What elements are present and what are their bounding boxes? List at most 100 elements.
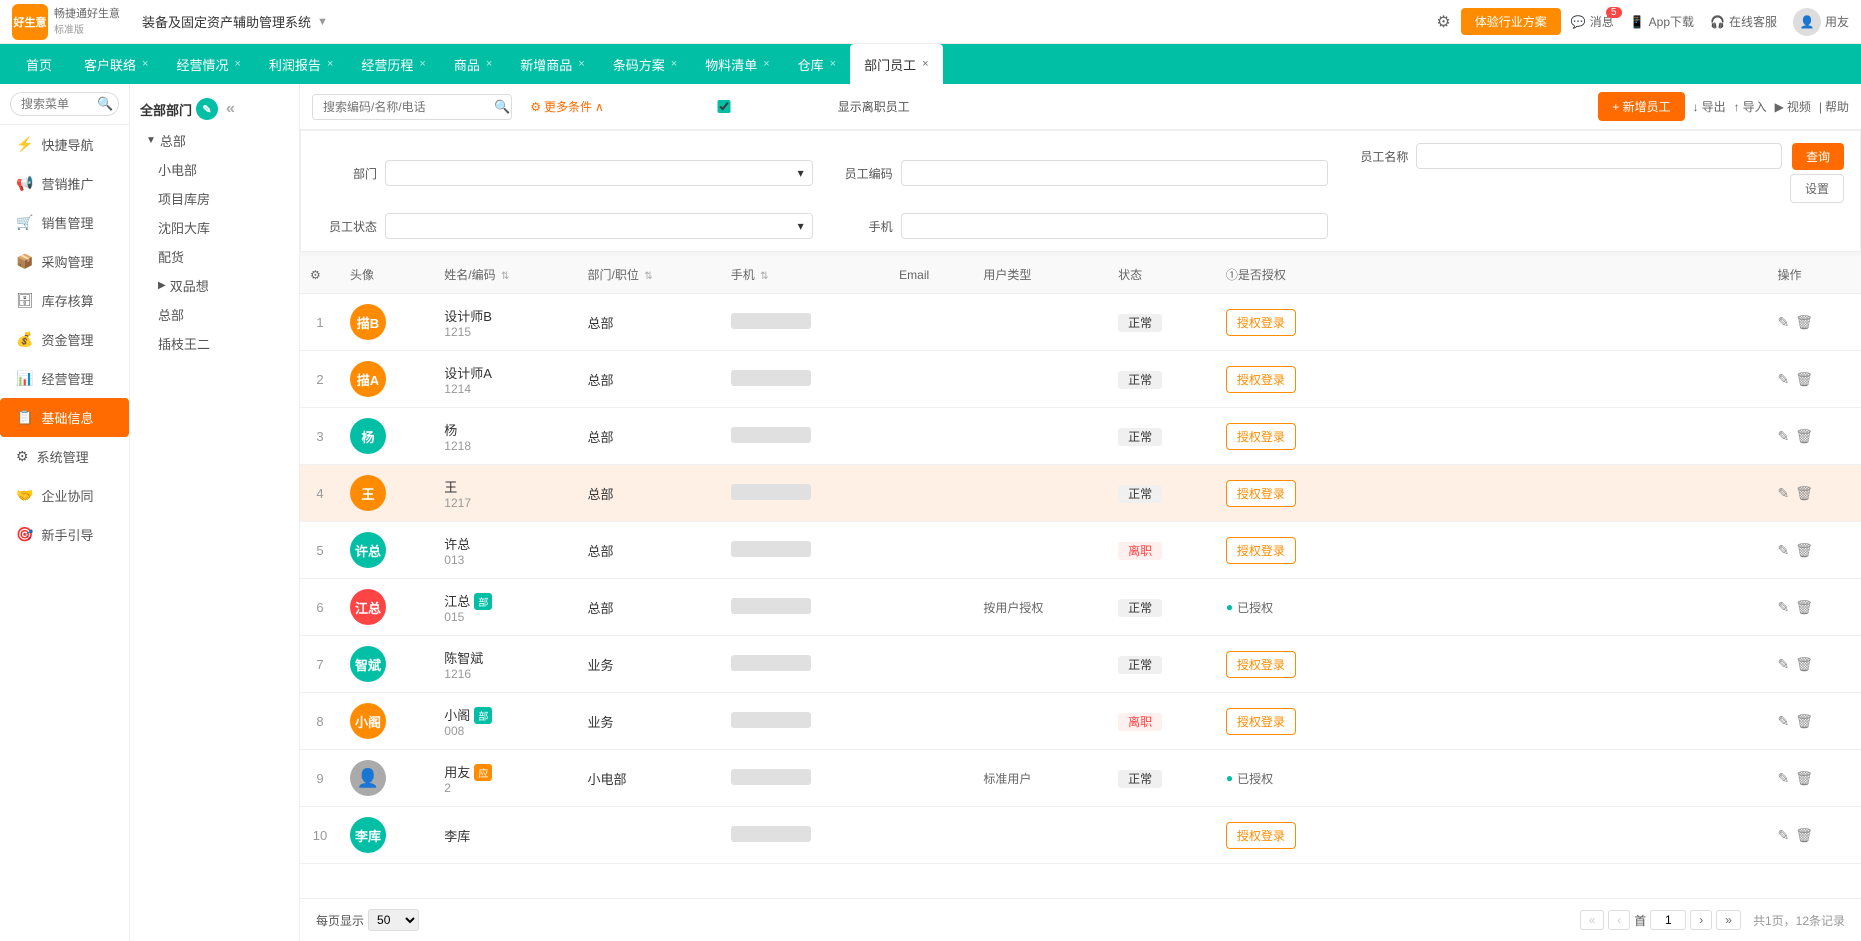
auth-login-button[interactable]: 授权登录 [1226,366,1296,393]
sidebar-item-corp[interactable]: 🤝 企业协同 [0,476,129,515]
tab-home[interactable]: 首页 [8,44,70,84]
tab-goods[interactable]: 商品 × [440,44,506,84]
add-employee-button[interactable]: + 新增员工 [1598,92,1684,121]
sidebar-item-quick-nav[interactable]: ⚡ 快捷导航 [0,125,129,164]
sidebar-item-basic[interactable]: 📋 基础信息 [0,398,129,437]
dept-node-zongshu[interactable]: ▼ 总部 [130,126,299,155]
tab-dept-employee[interactable]: 部门员工 × [850,44,942,84]
sidebar-item-finance[interactable]: 💰 资金管理 [0,320,129,359]
view-button[interactable]: ▶ 视频 [1775,98,1811,115]
tab-operations[interactable]: 经营情况 × [162,44,254,84]
col-settings[interactable]: ⚙ [300,256,340,294]
auth-login-button[interactable]: 授权登录 [1226,537,1296,564]
edit-button[interactable]: ✎ [1777,485,1789,502]
prev-page-button[interactable]: ‹ [1608,910,1630,930]
phone-input[interactable] [901,213,1329,239]
col-phone[interactable]: 手机 ⇅ [721,256,889,294]
sidebar-item-inventory[interactable]: 🗄 库存核算 [0,281,129,320]
dept-node-xiaodiandu[interactable]: 小电部 [158,155,299,184]
dropdown-arrow-icon[interactable]: ▼ [317,16,328,28]
close-icon[interactable]: × [578,58,584,70]
dept-node-peihuo[interactable]: 配货 [158,242,299,271]
close-icon[interactable]: × [234,58,240,70]
export-button[interactable]: ↓ 导出 [1693,98,1726,115]
sidebar-item-operations[interactable]: 📊 经营管理 [0,359,129,398]
dept-node-shenyangdaku[interactable]: 沈阳大库 [158,213,299,242]
sidebar-item-sales[interactable]: 🛒 销售管理 [0,203,129,242]
auth-login-button[interactable]: 授权登录 [1226,651,1296,678]
delete-button[interactable]: 🗑 [1795,827,1813,844]
edit-button[interactable]: ✎ [1777,428,1789,445]
show-resigned-checkbox[interactable] [614,100,834,113]
dept-node-zongbu[interactable]: 总部 [158,300,299,329]
help-button[interactable]: | 帮助 [1819,98,1849,115]
edit-button[interactable]: ✎ [1777,713,1789,730]
dept-node-shuangpinxiang[interactable]: ▶ 双品想 [158,271,299,300]
tab-bom[interactable]: 物料清单 × [691,44,783,84]
online-service-button[interactable]: 🎧 在线客服 [1710,13,1777,30]
close-icon[interactable]: × [142,58,148,70]
delete-button[interactable]: 🗑 [1795,314,1813,331]
edit-button[interactable]: ✎ [1777,371,1789,388]
auth-login-button[interactable]: 授权登录 [1226,309,1296,336]
emp-code-input[interactable] [901,160,1329,186]
dept-node-xiangmucang[interactable]: 项目库房 [158,184,299,213]
app-download-button[interactable]: 📱 App下载 [1630,13,1694,30]
page-input[interactable] [1650,910,1686,930]
delete-button[interactable]: 🗑 [1795,656,1813,673]
edit-button[interactable]: ✎ [1777,314,1789,331]
close-icon[interactable]: × [419,58,425,70]
delete-button[interactable]: 🗑 [1795,599,1813,616]
auth-login-button[interactable]: 授权登录 [1226,822,1296,849]
settings-button[interactable]: ⚙ [1436,12,1450,32]
edit-button[interactable]: ✎ [1777,827,1789,844]
auth-login-button[interactable]: 授权登录 [1226,480,1296,507]
dept-select[interactable]: ▾ [385,160,813,186]
set-button[interactable]: 设置 [1790,174,1844,203]
search-input[interactable] [312,94,512,120]
auth-login-button[interactable]: 授权登录 [1226,423,1296,450]
trial-button[interactable]: 体验行业方案 [1461,8,1561,35]
tab-warehouse[interactable]: 仓库 × [784,44,850,84]
tab-customer[interactable]: 客户联络 × [70,44,162,84]
close-icon[interactable]: × [922,58,928,70]
import-button[interactable]: ↑ 导入 [1734,98,1767,115]
first-page-button[interactable]: « [1580,910,1605,930]
last-page-button[interactable]: » [1716,910,1741,930]
query-button[interactable]: 查询 [1792,143,1844,170]
edit-button[interactable]: ✎ [1777,599,1789,616]
page-size-select[interactable]: 50 20 100 [368,909,419,931]
sidebar-item-purchase[interactable]: 📦 采购管理 [0,242,129,281]
delete-button[interactable]: 🗑 [1795,428,1813,445]
col-name[interactable]: 姓名/编码 ⇅ [434,256,577,294]
delete-button[interactable]: 🗑 [1795,485,1813,502]
tab-add-goods[interactable]: 新增商品 × [506,44,598,84]
delete-button[interactable]: 🗑 [1795,770,1813,787]
close-icon[interactable]: × [486,58,492,70]
message-button[interactable]: 💬 消息 5 [1571,13,1614,30]
user-avatar[interactable]: 👤 用友 [1793,8,1849,36]
emp-name-input[interactable] [1416,143,1782,169]
delete-button[interactable]: 🗑 [1795,713,1813,730]
close-icon[interactable]: × [830,58,836,70]
all-dept-label[interactable]: 全部部门 [140,100,192,119]
edit-button[interactable]: ✎ [1777,656,1789,673]
edit-button[interactable]: ✎ [1777,770,1789,787]
close-icon[interactable]: × [671,58,677,70]
close-icon[interactable]: × [327,58,333,70]
sidebar-item-guide[interactable]: 🎯 新手引导 [0,515,129,554]
tab-profit[interactable]: 利润报告 × [255,44,347,84]
dept-node-chaozhi[interactable]: 插枝王二 [158,329,299,358]
dept-collapse-icon[interactable]: « [226,100,235,118]
next-page-button[interactable]: › [1690,910,1712,930]
close-icon[interactable]: × [763,58,769,70]
auth-login-button[interactable]: 授权登录 [1226,708,1296,735]
emp-status-select[interactable]: ▾ [385,213,813,239]
col-dept[interactable]: 部门/职位 ⇅ [578,256,721,294]
delete-button[interactable]: 🗑 [1795,542,1813,559]
edit-button[interactable]: ✎ [1777,542,1789,559]
more-conditions-button[interactable]: ⚙ 更多条件 ∧ [530,98,604,115]
sidebar-item-system[interactable]: ⚙ 系统管理 [0,437,129,476]
delete-button[interactable]: 🗑 [1795,371,1813,388]
dept-edit-button[interactable]: ✎ [196,98,218,120]
